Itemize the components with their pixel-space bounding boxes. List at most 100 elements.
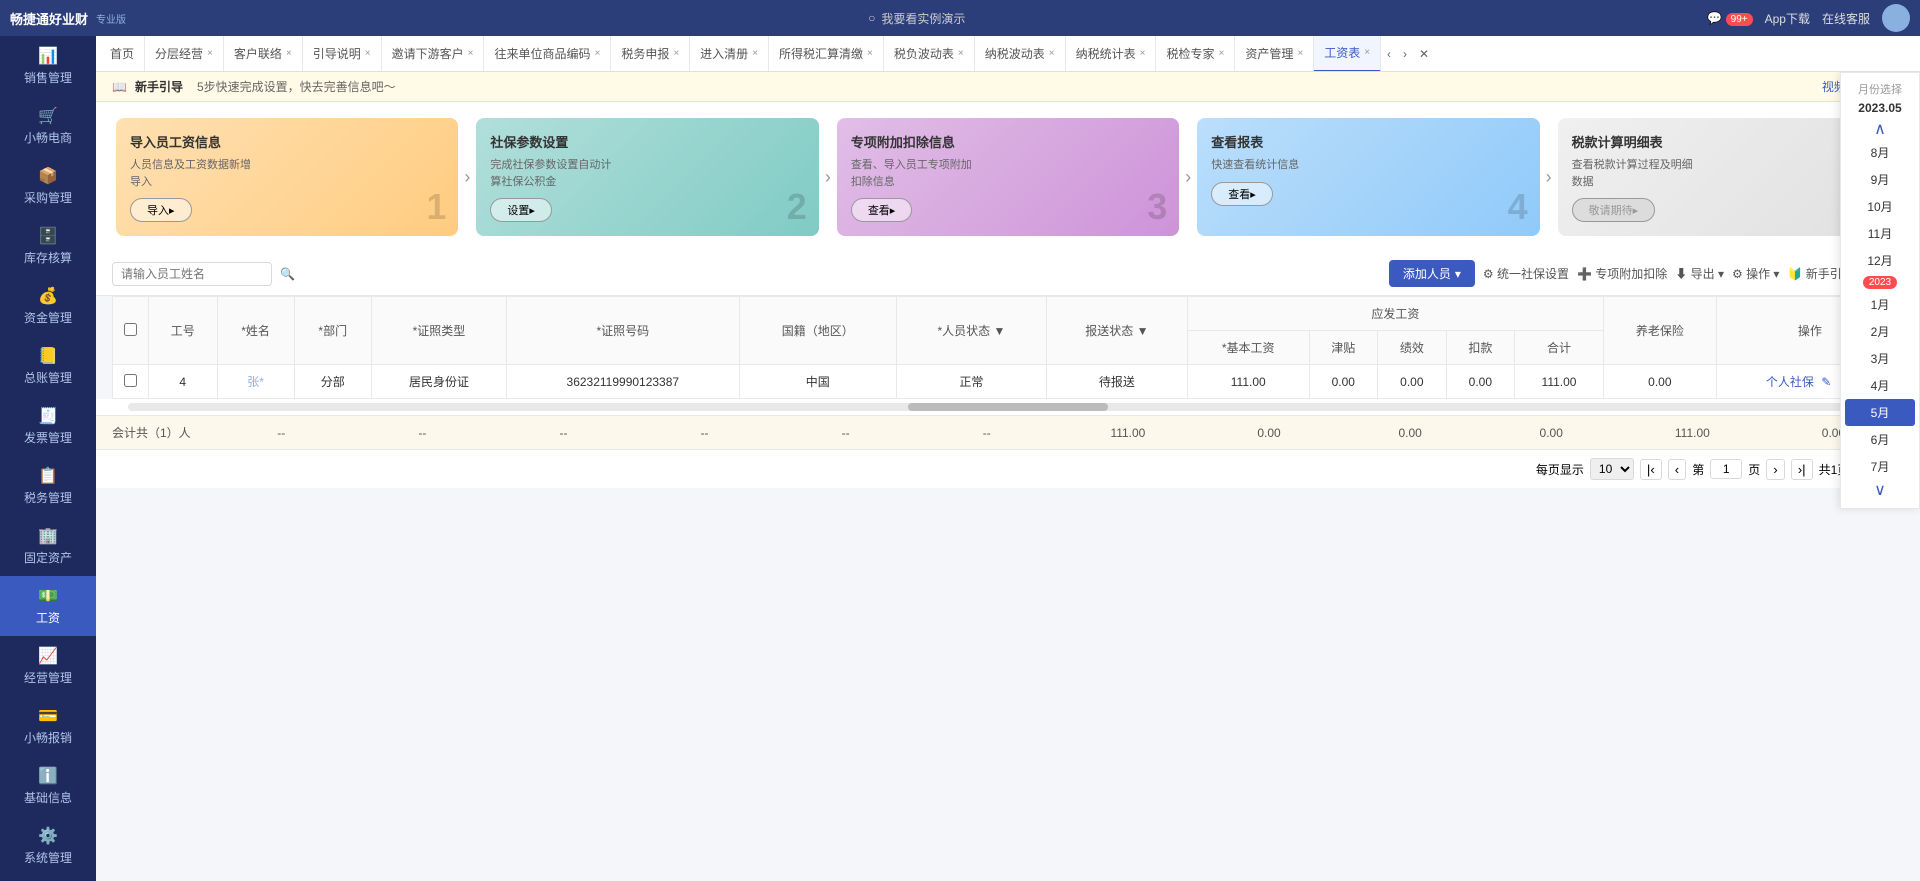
page-prev-btn[interactable]: ‹: [1668, 459, 1686, 480]
month-next-btn[interactable]: ∨: [1874, 480, 1886, 500]
payroll-table: 工号 *姓名 *部门 *证照类型 *证照号码 国籍（地区） *人员状态 ▼ 报送…: [112, 296, 1904, 399]
page-input[interactable]: [1710, 459, 1742, 479]
sidebar-item-ecommerce[interactable]: 🛒 小畅电商: [0, 96, 96, 156]
sidebar-item-payroll[interactable]: 💵 工资: [0, 576, 96, 636]
select-all-checkbox[interactable]: [124, 323, 137, 336]
sidebar-item-system[interactable]: ⚙️ 系统管理: [0, 816, 96, 876]
tab-close-layered[interactable]: ×: [207, 48, 213, 59]
tab-tax-report[interactable]: 税务申报 ×: [611, 36, 690, 72]
tab-guide-intro[interactable]: 引导说明 ×: [303, 36, 382, 72]
month-item-5[interactable]: 5月: [1845, 399, 1915, 426]
tab-close-asset[interactable]: ×: [1297, 48, 1303, 59]
page-last-btn[interactable]: ›|: [1791, 459, 1813, 480]
per-page-select[interactable]: 10 20 50: [1590, 458, 1634, 480]
tab-next-btn[interactable]: ›: [1397, 43, 1413, 65]
tab-tax-stats[interactable]: 纳税统计表 ×: [1066, 36, 1157, 72]
month-item-4[interactable]: 4月: [1845, 372, 1915, 399]
th-performance: 绩效: [1378, 331, 1447, 365]
sidebar-item-reimbursement[interactable]: 💳 小畅报销: [0, 696, 96, 756]
tab-close-income[interactable]: ×: [867, 48, 873, 59]
tab-close-tax[interactable]: ×: [673, 48, 679, 59]
month-item-6[interactable]: 6月: [1845, 426, 1915, 453]
sidebar-item-tax[interactable]: 📋 税务管理: [0, 456, 96, 516]
tab-close-clearance[interactable]: ×: [752, 48, 758, 59]
sidebar-item-operations[interactable]: 📈 经营管理: [0, 636, 96, 696]
tab-clearance[interactable]: 进入清册 ×: [690, 36, 769, 72]
tab-close-expert[interactable]: ×: [1218, 48, 1224, 59]
tab-layered[interactable]: 分层经营 ×: [145, 36, 224, 72]
tab-asset-mgmt[interactable]: 资产管理 ×: [1235, 36, 1314, 72]
month-prev-btn[interactable]: ∧: [1874, 119, 1886, 139]
tab-close-all-btn[interactable]: ✕: [1413, 43, 1435, 65]
sidebar-item-sales[interactable]: 📊 销售管理: [0, 36, 96, 96]
step-2: 社保参数设置 完成社保参数设置自动计算社保公积金 设置▸ 2: [476, 118, 818, 236]
tab-close-invite[interactable]: ×: [468, 48, 474, 59]
month-item-1[interactable]: 1月: [1845, 291, 1915, 318]
tab-goods-code[interactable]: 往来单位商品编码 ×: [484, 36, 611, 72]
month-item-10[interactable]: 10月: [1845, 193, 1915, 220]
tab-customer[interactable]: 客户联络 ×: [224, 36, 303, 72]
online-service-link[interactable]: 在线客服: [1822, 10, 1870, 27]
action-edit[interactable]: ✎: [1821, 375, 1831, 389]
add-staff-button[interactable]: 添加人员 ▾: [1389, 260, 1475, 287]
tab-close-goods[interactable]: ×: [594, 48, 600, 59]
step2-btn[interactable]: 设置▸: [490, 198, 552, 222]
month-item-11[interactable]: 11月: [1845, 220, 1915, 247]
sidebar-item-finance[interactable]: 💰 资金管理: [0, 276, 96, 336]
th-submit-status: 报送状态 ▼: [1046, 297, 1187, 365]
page-next-btn[interactable]: ›: [1766, 459, 1784, 480]
step4-btn[interactable]: 查看▸: [1211, 182, 1273, 206]
month-item-2[interactable]: 2月: [1845, 318, 1915, 345]
tab-close-guide[interactable]: ×: [365, 48, 371, 59]
scroll-thumb[interactable]: [908, 403, 1108, 411]
tab-close-wave[interactable]: ×: [1049, 48, 1055, 59]
search-input[interactable]: [112, 262, 272, 286]
month-item-9[interactable]: 9月: [1845, 166, 1915, 193]
sidebar-item-basic-info[interactable]: ℹ️ 基础信息: [0, 756, 96, 816]
guide-subtitle: 5步快速完成设置，快去完善信息吧～: [197, 78, 396, 95]
tab-tax-wave[interactable]: 纳税波动表 ×: [975, 36, 1066, 72]
sidebar-item-invoice[interactable]: 🧾 发票管理: [0, 396, 96, 456]
demo-link[interactable]: 我要看实例演示: [881, 10, 965, 27]
tab-close-stats[interactable]: ×: [1140, 48, 1146, 59]
row-select-checkbox[interactable]: [124, 374, 137, 387]
tab-invite[interactable]: 邀请下游客户 ×: [382, 36, 485, 72]
sidebar-item-purchase[interactable]: 📦 采购管理: [0, 156, 96, 216]
action-operations[interactable]: ⚙ 操作 ▾: [1732, 265, 1779, 282]
month-item-3[interactable]: 3月: [1845, 345, 1915, 372]
tab-tax-burden[interactable]: 税负波动表 ×: [884, 36, 975, 72]
month-item-7[interactable]: 7月: [1845, 453, 1915, 480]
tab-tax-expert[interactable]: 税检专家 ×: [1156, 36, 1235, 72]
step3-btn[interactable]: 查看▸: [851, 198, 913, 222]
message-icon[interactable]: 💬 99+: [1707, 11, 1752, 25]
table-container: 工号 *姓名 *部门 *证照类型 *证照号码 国籍（地区） *人员状态 ▼ 报送…: [96, 296, 1920, 399]
sidebar-item-inventory[interactable]: 🗄️ 库存核算: [0, 216, 96, 276]
footer-col1: --: [211, 426, 352, 440]
tab-close-payroll[interactable]: ×: [1364, 47, 1370, 58]
action-special-deduction[interactable]: ➕ 专项附加扣除: [1577, 265, 1667, 282]
step5-btn[interactable]: 敬请期待▸: [1572, 198, 1656, 222]
page-first-btn[interactable]: |‹: [1640, 459, 1662, 480]
tab-income-tax[interactable]: 所得税汇算清缴 ×: [769, 36, 884, 72]
action-export[interactable]: ⬇ 导出 ▾: [1675, 265, 1724, 282]
month-item-12[interactable]: 12月: [1845, 247, 1915, 274]
horizontal-scrollbar-container: [96, 399, 1920, 415]
search-icon[interactable]: 🔍: [280, 267, 295, 281]
action-personal-insurance[interactable]: 个人社保: [1766, 375, 1814, 389]
footer-col3: --: [493, 426, 634, 440]
year-2023-badge: 2023: [1863, 276, 1897, 289]
sidebar-item-assets[interactable]: 🏢 固定资产: [0, 516, 96, 576]
tab-home[interactable]: 首页: [100, 36, 145, 72]
user-avatar[interactable]: [1882, 4, 1910, 32]
tab-close-customer[interactable]: ×: [286, 48, 292, 59]
tab-close-burden[interactable]: ×: [958, 48, 964, 59]
horizontal-scrollbar[interactable]: [128, 403, 1888, 411]
app-download-link[interactable]: App下载: [1765, 10, 1810, 27]
sidebar-item-cooperation[interactable]: 🤝 企业协同: [0, 876, 96, 881]
step1-btn[interactable]: 导入▸: [130, 198, 192, 222]
tab-payroll[interactable]: 工资表 ×: [1314, 36, 1381, 72]
tab-prev-btn[interactable]: ‹: [1381, 43, 1397, 65]
month-item-8[interactable]: 8月: [1845, 139, 1915, 166]
action-social-insurance[interactable]: ⚙ 统一社保设置: [1483, 265, 1569, 282]
sidebar-item-ledger[interactable]: 📒 总账管理: [0, 336, 96, 396]
